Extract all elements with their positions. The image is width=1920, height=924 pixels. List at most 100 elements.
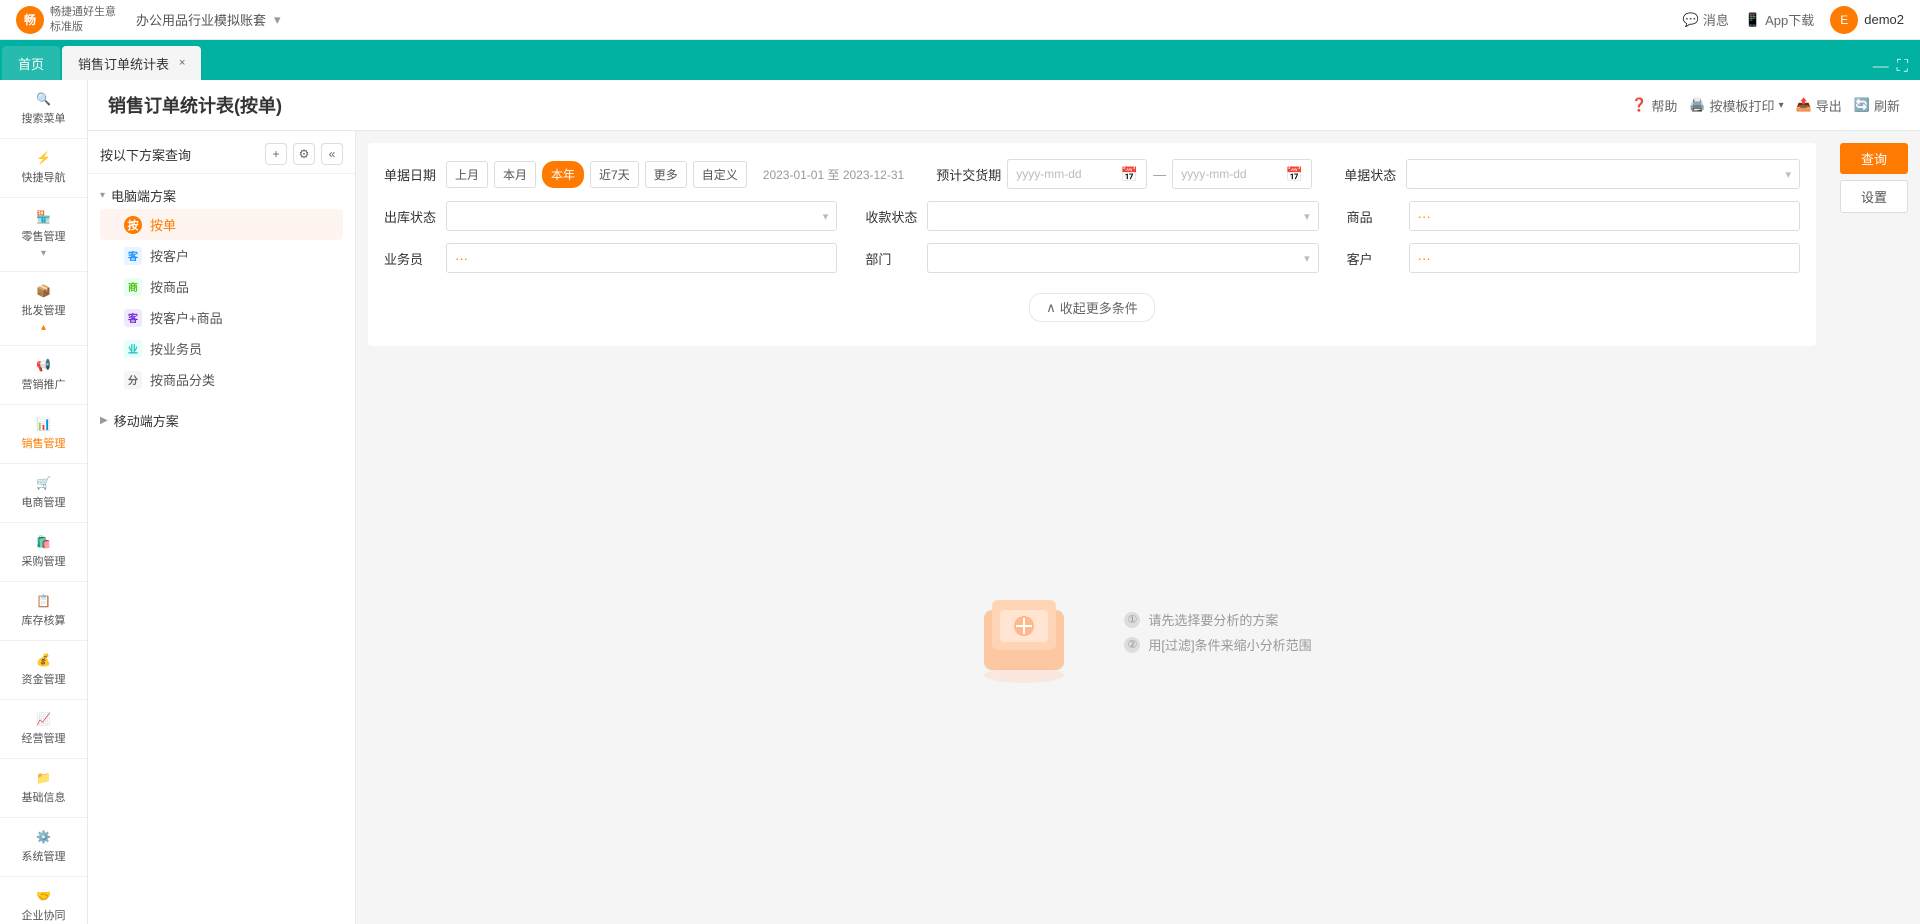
wholesale-icon: 📦 — [36, 284, 51, 298]
sidebar-item-finance[interactable]: 💰 资金管理 — [0, 641, 87, 700]
scheme-item-bycategory[interactable]: 分 按商品分类 — [100, 364, 343, 395]
user-menu[interactable]: E demo2 — [1830, 6, 1904, 34]
sidebar-item-ecommerce[interactable]: 🛒 电商管理 — [0, 464, 87, 523]
scheme-item-bycustomer[interactable]: 客 按客户 — [100, 240, 343, 271]
expected-date-end[interactable]: yyyy-mm-dd 📅 — [1172, 159, 1312, 189]
scheme-icon-bycustomer: 客 — [124, 247, 142, 265]
scheme-item-bygoods[interactable]: 商 按商品 — [100, 271, 343, 302]
query-button[interactable]: 查询 — [1840, 143, 1908, 174]
edit-scheme-button[interactable]: ⚙ — [293, 143, 315, 165]
date-filter-group: 单据日期 上月 本月 本年 近7天 更多 自定义 — [384, 161, 747, 188]
sidebar-item-marketing[interactable]: 📢 营销推广 — [0, 346, 87, 405]
marketing-icon: 📢 — [36, 358, 51, 372]
wholesale-expand-icon: ▴ — [41, 322, 46, 333]
date-btn-lastmonth[interactable]: 上月 — [446, 161, 488, 188]
tab-sales-order[interactable]: 销售订单统计表 × — [62, 46, 201, 80]
date-btn-thismonth[interactable]: 本月 — [494, 161, 536, 188]
date-btn-more[interactable]: 更多 — [645, 161, 687, 188]
app-download-icon: 📱 — [1745, 12, 1761, 28]
sidebar-item-wholesale[interactable]: 📦 批发管理 ▴ — [0, 272, 87, 346]
refresh-button[interactable]: 🔄 刷新 — [1854, 96, 1900, 115]
logo-text: 畅捷通好生意 标准版 — [50, 5, 116, 34]
tab-close-icon[interactable]: × — [179, 57, 185, 69]
page-title: 销售订单统计表(按单) — [108, 92, 282, 130]
print-button[interactable]: 🖨️ 按模板打印 ▾ — [1689, 96, 1783, 115]
sidebar-item-retail[interactable]: 🏪 零售管理 ▾ — [0, 198, 87, 272]
tab-bar-right: — ⛶ — [1873, 58, 1920, 80]
scheme-item-bysales[interactable]: 业 按业务员 — [100, 333, 343, 364]
basic-icon: 📁 — [36, 771, 51, 785]
dept-select[interactable]: ▾ — [927, 243, 1318, 273]
app-download-button[interactable]: 📱 App下载 — [1745, 10, 1814, 29]
dropdown-icon[interactable]: ▾ — [274, 12, 281, 28]
add-scheme-button[interactable]: + — [265, 143, 287, 165]
expected-date-start[interactable]: yyyy-mm-dd 📅 — [1007, 159, 1147, 189]
scheme-label-byorder: 按单 — [150, 215, 176, 234]
expected-date-group: 预计交货期 yyyy-mm-dd 📅 — yyyy-mm-dd 📅 — [936, 159, 1312, 189]
delivery-filter-group: 出库状态 ▾ — [384, 201, 837, 231]
tab-home[interactable]: 首页 — [2, 46, 60, 80]
payment-label: 收款状态 — [865, 207, 921, 226]
sidebar-item-basic[interactable]: 📁 基础信息 — [0, 759, 87, 818]
mobile-section-header[interactable]: ▶ 移动端方案 — [100, 407, 343, 434]
customer-filter-group: 客户 ··· — [1347, 243, 1800, 273]
user-avatar: E — [1830, 6, 1858, 34]
payment-dropdown-icon: ▾ — [1304, 210, 1310, 223]
logo-icon: 畅 — [16, 6, 44, 34]
sidebar-item-search[interactable]: 🔍 搜索菜单 — [0, 80, 87, 139]
collapse-filter-button[interactable]: ∧ 收起更多条件 — [1029, 293, 1155, 322]
date-btn-thisyear[interactable]: 本年 — [542, 161, 584, 188]
sidebar-item-sales[interactable]: 📊 销售管理 — [0, 405, 87, 464]
expected-date-label: 预计交货期 — [936, 165, 1001, 184]
purchase-icon: 🛍️ — [36, 535, 51, 549]
desktop-section-header[interactable]: ▾ 电脑端方案 — [100, 182, 343, 209]
salesperson-filter-group: 业务员 ··· — [384, 243, 837, 273]
mobile-section: ▶ 移动端方案 — [88, 403, 355, 442]
date-btn-custom[interactable]: 自定义 — [693, 161, 747, 188]
sidebar-item-system[interactable]: ⚙️ 系统管理 — [0, 818, 87, 877]
settings-button[interactable]: 设置 — [1840, 180, 1908, 213]
sidebar-item-quicknav[interactable]: ⚡ 快捷导航 — [0, 139, 87, 198]
goods-label: 商品 — [1347, 207, 1403, 226]
left-panel-title: 按以下方案查询 — [100, 145, 259, 164]
delivery-dropdown-icon: ▾ — [823, 210, 829, 223]
export-button[interactable]: 📤 导出 — [1796, 96, 1842, 115]
date-btn-7days[interactable]: 近7天 — [590, 161, 639, 188]
maximize-icon[interactable]: ⛶ — [1897, 58, 1908, 76]
sidebar-item-enterprise[interactable]: 🤝 企业协同 — [0, 877, 87, 924]
salesperson-select[interactable]: ··· — [446, 243, 837, 273]
collapse-panel-button[interactable]: « — [321, 143, 343, 165]
scheme-item-bycustomergoods[interactable]: 客 按客户+商品 — [100, 302, 343, 333]
help-button[interactable]: ❓ 帮助 — [1631, 96, 1677, 115]
status-select[interactable]: ▾ — [1406, 159, 1800, 189]
print-dropdown-icon[interactable]: ▾ — [1779, 100, 1784, 111]
dept-dropdown-icon: ▾ — [1304, 252, 1310, 265]
goods-placeholder: ··· — [1418, 209, 1791, 224]
left-panel-header: 按以下方案查询 + ⚙ « — [88, 131, 355, 174]
dept-filter-group: 部门 ▾ — [865, 243, 1318, 273]
filter-row-3: 业务员 ··· 部门 ▾ — [384, 243, 1800, 273]
payment-select[interactable]: ▾ — [927, 201, 1318, 231]
customer-select[interactable]: ··· — [1409, 243, 1800, 273]
salesperson-label: 业务员 — [384, 249, 440, 268]
btn-area: 查询 设置 — [1840, 143, 1908, 213]
calendar-icon-1: 📅 — [1121, 166, 1138, 183]
sidebar-item-operations[interactable]: 📈 经营管理 — [0, 700, 87, 759]
scheme-item-byorder[interactable]: 按 按单 — [100, 209, 343, 240]
empty-svg — [964, 580, 1084, 690]
export-icon: 📤 — [1796, 97, 1812, 113]
message-icon: 💬 — [1683, 12, 1699, 28]
search-sidebar-icon: 🔍 — [36, 92, 51, 106]
sidebar-item-inventory[interactable]: 📋 库存核算 — [0, 582, 87, 641]
sidebar-item-purchase[interactable]: 🛍️ 采购管理 — [0, 523, 87, 582]
delivery-select[interactable]: ▾ — [446, 201, 837, 231]
goods-select[interactable]: ··· — [1409, 201, 1800, 231]
refresh-icon: 🔄 — [1854, 97, 1870, 113]
mobile-toggle-icon: ▶ — [100, 415, 108, 426]
help-icon: ❓ — [1631, 97, 1647, 113]
empty-hint-2: ② 用[过滤]条件来缩小分析范围 — [1124, 635, 1311, 654]
ecommerce-icon: 🛒 — [36, 476, 51, 490]
delivery-label: 出库状态 — [384, 207, 440, 226]
minimize-icon[interactable]: — — [1873, 58, 1889, 76]
message-button[interactable]: 💬 消息 — [1683, 10, 1729, 29]
